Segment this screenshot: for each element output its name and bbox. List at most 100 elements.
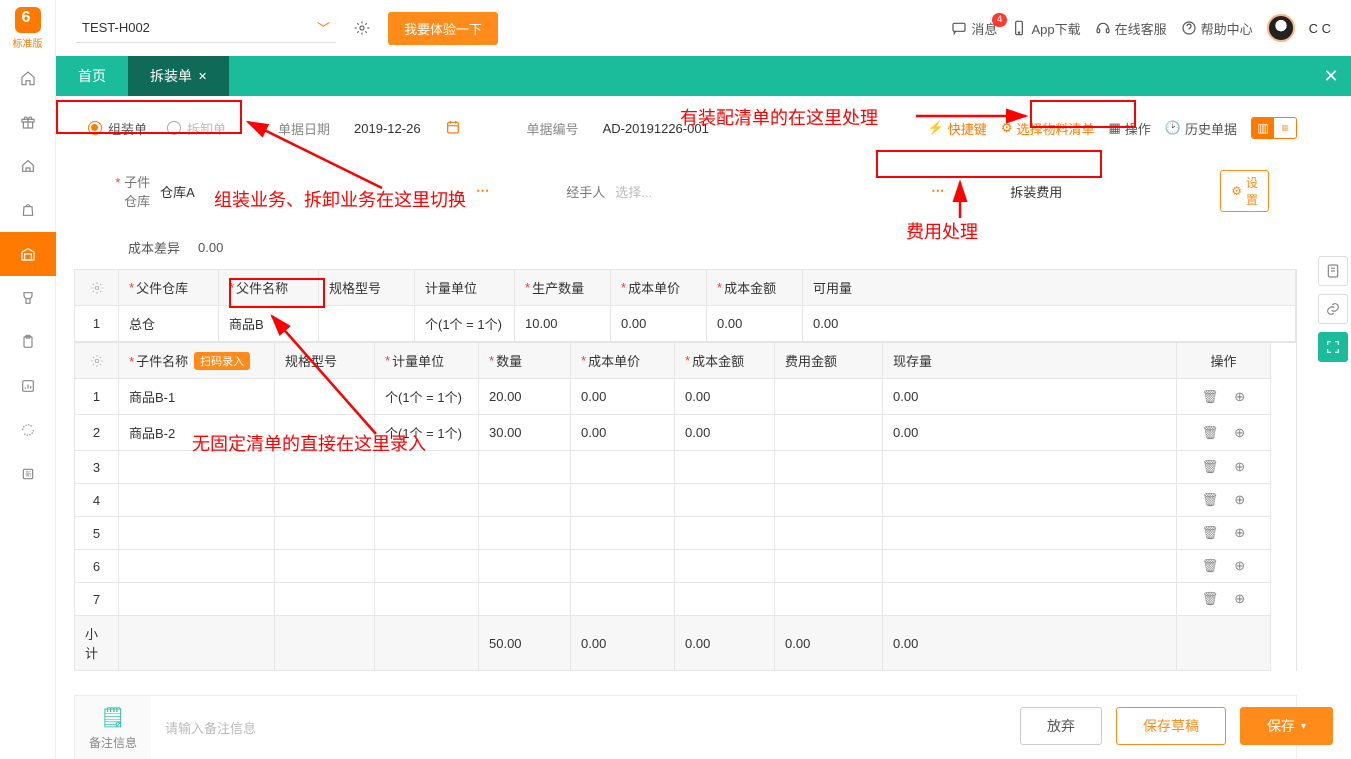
child-amount[interactable] xyxy=(675,451,775,484)
child-unitcost[interactable] xyxy=(571,583,675,616)
right-expand-icon[interactable] xyxy=(1318,332,1348,362)
parent-spec[interactable] xyxy=(319,306,415,342)
discard-button[interactable]: 放弃 xyxy=(1020,707,1102,745)
history-link[interactable]: 🕑历史单据 xyxy=(1165,119,1237,138)
nav-new-icon[interactable]: 新 xyxy=(0,452,56,496)
parent-hdr-wh[interactable]: 父件仓库 xyxy=(119,270,219,306)
add-row-icon[interactable]: ⊕ xyxy=(1234,425,1245,441)
child-amount[interactable] xyxy=(675,583,775,616)
handler-value[interactable]: 选择... xyxy=(615,182,755,201)
child-name[interactable] xyxy=(119,583,275,616)
parent-name[interactable]: 商品B xyxy=(219,306,319,342)
tab-home[interactable]: 首页 xyxy=(56,56,128,96)
bom-link[interactable]: ⚙选择物料清单 xyxy=(1001,119,1095,138)
child-unit[interactable]: 个(1个 = 1个) xyxy=(375,415,479,451)
child-qty[interactable] xyxy=(479,451,571,484)
avatar[interactable] xyxy=(1267,14,1295,42)
child-spec[interactable] xyxy=(275,583,375,616)
child-row[interactable]: 5🗑⊕ xyxy=(75,517,1296,550)
nav-gift-icon[interactable] xyxy=(0,100,56,144)
settings-button[interactable]: ⚙设置 xyxy=(1220,170,1269,212)
save-draft-button[interactable]: 保存草稿 xyxy=(1116,707,1226,745)
child-unit[interactable] xyxy=(375,550,479,583)
child-wh-more-icon[interactable]: ⋯ xyxy=(470,183,495,199)
child-qty[interactable] xyxy=(479,550,571,583)
child-name[interactable]: 商品B-1 xyxy=(119,379,275,415)
nav-clipboard-icon[interactable] xyxy=(0,320,56,364)
radio-disassemble[interactable]: 拆卸单 xyxy=(167,119,226,138)
child-unit[interactable] xyxy=(375,517,479,550)
child-qty[interactable]: 20.00 xyxy=(479,379,571,415)
app-download-link[interactable]: App下载 xyxy=(1011,19,1080,38)
delete-row-icon[interactable]: 🗑 xyxy=(1202,459,1219,475)
child-row[interactable]: 1商品B-1个(1个 = 1个)20.000.000.000.00🗑⊕ xyxy=(75,379,1296,415)
ops-link[interactable]: ▦ 操作 xyxy=(1108,119,1150,138)
child-row[interactable]: 7🗑⊕ xyxy=(75,583,1296,616)
child-stock[interactable] xyxy=(883,583,1177,616)
parent-row[interactable]: 1 总仓 商品B 个(1个 = 1个) 10.00 0.00 0.00 0.00 xyxy=(75,306,1296,342)
add-row-icon[interactable]: ⊕ xyxy=(1234,591,1245,607)
child-qty[interactable]: 30.00 xyxy=(479,415,571,451)
radio-assemble[interactable]: 组装单 xyxy=(88,119,147,138)
parent-unitcost[interactable]: 0.00 xyxy=(611,306,707,342)
child-fee[interactable] xyxy=(775,379,883,415)
child-unit[interactable] xyxy=(375,583,479,616)
child-stock[interactable] xyxy=(883,484,1177,517)
child-unit[interactable]: 个(1个 = 1个) xyxy=(375,379,479,415)
child-name[interactable]: 商品B-2 xyxy=(119,415,275,451)
child-qty[interactable] xyxy=(479,517,571,550)
parent-qty[interactable]: 10.00 xyxy=(515,306,611,342)
child-name[interactable] xyxy=(119,517,275,550)
delete-row-icon[interactable]: 🗑 xyxy=(1202,492,1219,508)
handler-more-icon[interactable]: ⋯ xyxy=(925,183,950,199)
user-name[interactable]: C C xyxy=(1309,21,1331,36)
parent-avail[interactable]: 0.00 xyxy=(803,306,1296,342)
help-link[interactable]: 帮助中心 xyxy=(1181,19,1253,38)
child-name[interactable] xyxy=(119,550,275,583)
delete-row-icon[interactable]: 🗑 xyxy=(1202,389,1219,405)
child-qty[interactable] xyxy=(479,583,571,616)
child-amount[interactable] xyxy=(675,517,775,550)
nav-warehouse-icon[interactable] xyxy=(0,232,56,276)
parent-hdr-amount[interactable]: 成本金额 xyxy=(707,270,803,306)
add-row-icon[interactable]: ⊕ xyxy=(1234,459,1245,475)
add-row-icon[interactable]: ⊕ xyxy=(1234,389,1245,405)
child-stock[interactable]: 0.00 xyxy=(883,379,1177,415)
child-spec[interactable] xyxy=(275,550,375,583)
child-unitcost[interactable] xyxy=(571,451,675,484)
child-amount[interactable] xyxy=(675,484,775,517)
child-fee[interactable] xyxy=(775,550,883,583)
parent-hdr-cog[interactable] xyxy=(75,270,119,306)
try-now-button[interactable]: 我要体验一下 xyxy=(388,12,498,45)
fee-label[interactable]: 拆装费用 xyxy=(1010,182,1210,201)
child-hdr-spec[interactable]: 规格型号 xyxy=(275,343,375,379)
child-stock[interactable] xyxy=(883,517,1177,550)
right-note-icon[interactable] xyxy=(1318,256,1348,286)
delete-row-icon[interactable]: 🗑 xyxy=(1202,525,1219,541)
child-stock[interactable]: 0.00 xyxy=(883,415,1177,451)
right-link-icon[interactable] xyxy=(1318,294,1348,324)
child-spec[interactable] xyxy=(275,379,375,415)
customer-service-link[interactable]: 在线客服 xyxy=(1095,19,1167,38)
parent-amount[interactable]: 0.00 xyxy=(707,306,803,342)
add-row-icon[interactable]: ⊕ xyxy=(1234,492,1245,508)
child-stock[interactable] xyxy=(883,550,1177,583)
nav-report-icon[interactable] xyxy=(0,364,56,408)
delete-row-icon[interactable]: 🗑 xyxy=(1202,425,1219,441)
child-hdr-fee[interactable]: 费用金额 xyxy=(775,343,883,379)
child-unit[interactable] xyxy=(375,484,479,517)
scan-tag[interactable]: 扫码录入 xyxy=(194,352,250,370)
child-fee[interactable] xyxy=(775,415,883,451)
nav-bag-icon[interactable] xyxy=(0,188,56,232)
child-spec[interactable] xyxy=(275,451,375,484)
delete-row-icon[interactable]: 🗑 xyxy=(1202,591,1219,607)
child-hdr-qty[interactable]: 数量 xyxy=(479,343,571,379)
calendar-icon[interactable] xyxy=(445,119,461,138)
parent-hdr-spec[interactable]: 规格型号 xyxy=(319,270,415,306)
child-fee[interactable] xyxy=(775,583,883,616)
child-wh-value[interactable]: 仓库A xyxy=(160,182,300,201)
nav-money-icon[interactable] xyxy=(0,276,56,320)
add-row-icon[interactable]: ⊕ xyxy=(1234,558,1245,574)
child-spec[interactable] xyxy=(275,415,375,451)
child-hdr-stock[interactable]: 现存量 xyxy=(883,343,1177,379)
